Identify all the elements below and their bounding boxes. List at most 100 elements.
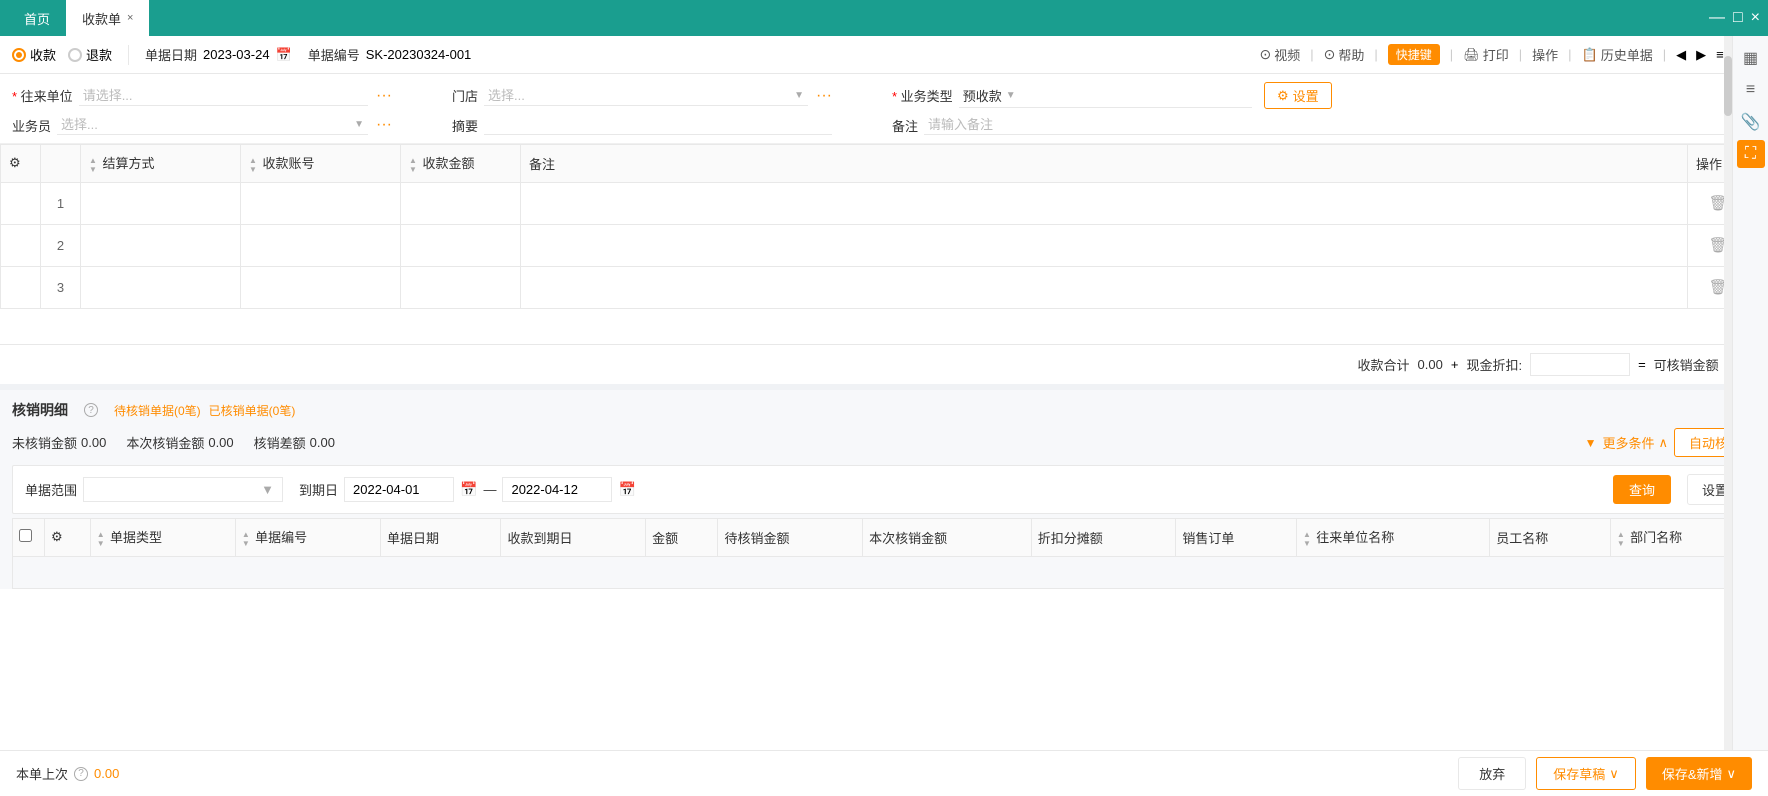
abandon-button[interactable]: 放弃 <box>1458 757 1526 790</box>
store-dots-btn[interactable]: ··· <box>816 87 832 105</box>
range-select[interactable]: ▼ <box>83 477 283 502</box>
nav-right-btn[interactable]: ▶ <box>1696 47 1706 63</box>
right-panel-clip-icon[interactable]: 📎 <box>1737 108 1765 136</box>
tab-home[interactable]: 首页 <box>8 0 66 36</box>
business-type-label: 业务类型 <box>892 86 953 105</box>
gear-icon: ⚙ <box>1277 88 1289 104</box>
date-from-input[interactable] <box>344 477 454 502</box>
col-gear[interactable]: ⚙ <box>1 145 41 183</box>
history-icon: 📋 <box>1582 47 1598 63</box>
col-num <box>41 145 81 183</box>
toolbar: 收款 退款 单据日期 2023-03-24 📅 单据编号 SK-20230324… <box>0 36 1768 74</box>
equals-sign: = <box>1638 357 1646 372</box>
print-btn[interactable]: 🖨 打印 <box>1463 45 1509 64</box>
more-conditions-btn[interactable]: 更多条件 ∧ <box>1602 433 1668 452</box>
calendar-icon[interactable]: 📅 <box>276 47 292 63</box>
staff-chevron-icon: ▼ <box>354 119 364 130</box>
col-discount: 折扣分摊额 <box>1031 519 1176 557</box>
col-gear-bottom[interactable]: ⚙ <box>45 519 91 557</box>
save-draft-chevron-icon: ∨ <box>1609 766 1619 782</box>
tab-close-icon[interactable]: × <box>127 12 133 24</box>
minimize-icon[interactable]: — <box>1709 9 1725 27</box>
tab-done[interactable]: 已核销单据(0笔) <box>209 402 296 419</box>
hexiao-tabs: 待核销单据(0笔) 已核销单据(0笔) <box>114 402 295 419</box>
range-label: 单据范围 <box>25 480 77 499</box>
list-view-btn[interactable]: ≡ <box>1716 47 1724 62</box>
video-btn[interactable]: ⊙ 视频 <box>1260 45 1301 64</box>
query-button[interactable]: 查询 <box>1613 475 1671 504</box>
date-value: 2023-03-24 <box>203 47 270 62</box>
store-select[interactable]: ▼ <box>484 86 808 106</box>
tab-receipt[interactable]: 收款单 × <box>66 0 149 36</box>
right-panel-table-icon[interactable]: ▦ <box>1737 44 1765 72</box>
radio-receipt-label: 收款 <box>30 45 56 64</box>
gear-icon: ⚙ <box>9 155 21 170</box>
store-input[interactable] <box>488 88 790 103</box>
form-section: 往来单位 ··· 门店 ▼ ··· 业务类型 预收款 ▼ <box>0 74 1768 144</box>
remark-input[interactable] <box>924 115 1756 135</box>
unverified-label: 未核销金额 <box>12 433 77 452</box>
right-panel-expand-icon[interactable]: ⛶ <box>1737 140 1765 168</box>
summary-row: 收款合计 0.00 + 现金折扣: = 可核销金额 0.00 <box>0 344 1768 384</box>
history-btn[interactable]: 📋 历史单据 <box>1582 45 1653 64</box>
save-new-button[interactable]: 保存&新增 ∨ <box>1646 757 1752 790</box>
form-row-1: 往来单位 ··· 门店 ▼ ··· 业务类型 预收款 ▼ <box>12 82 1756 109</box>
hexiao-info-icon[interactable]: ? <box>84 403 98 417</box>
date-from-icon[interactable]: 📅 <box>460 481 477 498</box>
radio-refund[interactable]: 退款 <box>68 45 112 64</box>
available-label: 可核销金额 <box>1654 355 1719 374</box>
table-section: ⚙ ▲▼ 结算方式 ▲▼ 收款账号 ▲▼ 收款金额 <box>0 144 1768 344</box>
col-amount: ▲▼ 收款金额 <box>401 145 521 183</box>
table-row: 2 🗑 ⧉ <box>1 224 1768 266</box>
col-due-date: 收款到期日 <box>501 519 646 557</box>
staff-select[interactable]: ▼ <box>57 115 368 135</box>
page-footer: 本单上次 ? 0.00 放弃 保存草稿 ∨ 保存&新增 ∨ <box>0 750 1768 796</box>
range-field: 单据范围 ▼ <box>25 477 283 502</box>
staff-dots-btn[interactable]: ··· <box>376 116 392 134</box>
date-to-input[interactable] <box>502 477 612 502</box>
col-current: 本次核销金额 <box>863 519 1032 557</box>
shortcut-btn[interactable]: 快捷键 <box>1388 44 1440 65</box>
save-draft-button[interactable]: 保存草稿 ∨ <box>1536 757 1636 790</box>
summary-input[interactable] <box>484 115 832 135</box>
filter-icon: ▼ <box>1585 436 1597 450</box>
close-icon[interactable]: × <box>1751 9 1760 27</box>
select-all-checkbox[interactable] <box>19 529 32 542</box>
nav-left-btn[interactable]: ◀ <box>1676 47 1686 63</box>
store-field: 门店 ▼ ··· <box>452 86 832 106</box>
range-chevron-icon: ▼ <box>261 482 274 497</box>
operation-btn[interactable]: 操作 <box>1532 45 1558 64</box>
date-to-icon[interactable]: 📅 <box>618 481 635 498</box>
counterpart-dots-btn[interactable]: ··· <box>376 87 392 105</box>
hexiao-section: 核销明细 ? 待核销单据(0笔) 已核销单据(0笔) 未核销金额 0.00 本次… <box>0 384 1768 589</box>
scroll-thumb[interactable] <box>1724 56 1732 116</box>
table-row: 3 🗑 ⧉ <box>1 266 1768 308</box>
footer-info-icon[interactable]: ? <box>74 767 88 781</box>
maximize-icon[interactable]: □ <box>1733 9 1743 27</box>
video-icon: ⊙ <box>1260 46 1272 63</box>
business-type-select[interactable]: 预收款 ▼ <box>959 84 1252 108</box>
radio-receipt[interactable]: 收款 <box>12 45 56 64</box>
date-field: 单据日期 2023-03-24 📅 <box>145 45 292 64</box>
current-value: 0.00 <box>208 435 233 450</box>
bottom-table-wrapper: ⚙ ▲▼ 单据类型 ▲▼ 单据编号 单据日期 收款 <box>12 518 1756 589</box>
discount-label: 现金折扣: <box>1466 355 1522 374</box>
print-icon: 🖨 <box>1463 47 1480 63</box>
right-panel-list-icon[interactable]: ≡ <box>1737 76 1765 104</box>
date-label: 单据日期 <box>145 45 197 64</box>
scrollbar[interactable] <box>1724 36 1732 750</box>
tab-pending[interactable]: 待核销单据(0笔) <box>114 402 201 419</box>
number-field: 单据编号 SK-20230324-001 <box>308 45 472 64</box>
total-value: 0.00 <box>1418 357 1443 372</box>
bottom-table-empty-row <box>13 556 1756 588</box>
help-btn[interactable]: ⊙ 帮助 <box>1324 45 1365 64</box>
current-label: 本次核销金额 <box>126 433 204 452</box>
staff-input[interactable] <box>61 117 350 132</box>
total-label: 收款合计 <box>1358 355 1410 374</box>
col-date: 单据日期 <box>380 519 501 557</box>
counterpart-input[interactable] <box>79 86 368 106</box>
discount-input[interactable] <box>1530 353 1630 376</box>
settings-button[interactable]: ⚙ 设置 <box>1264 82 1332 109</box>
unverified-amount: 未核销金额 0.00 <box>12 433 106 452</box>
col-checkbox[interactable] <box>13 519 45 557</box>
